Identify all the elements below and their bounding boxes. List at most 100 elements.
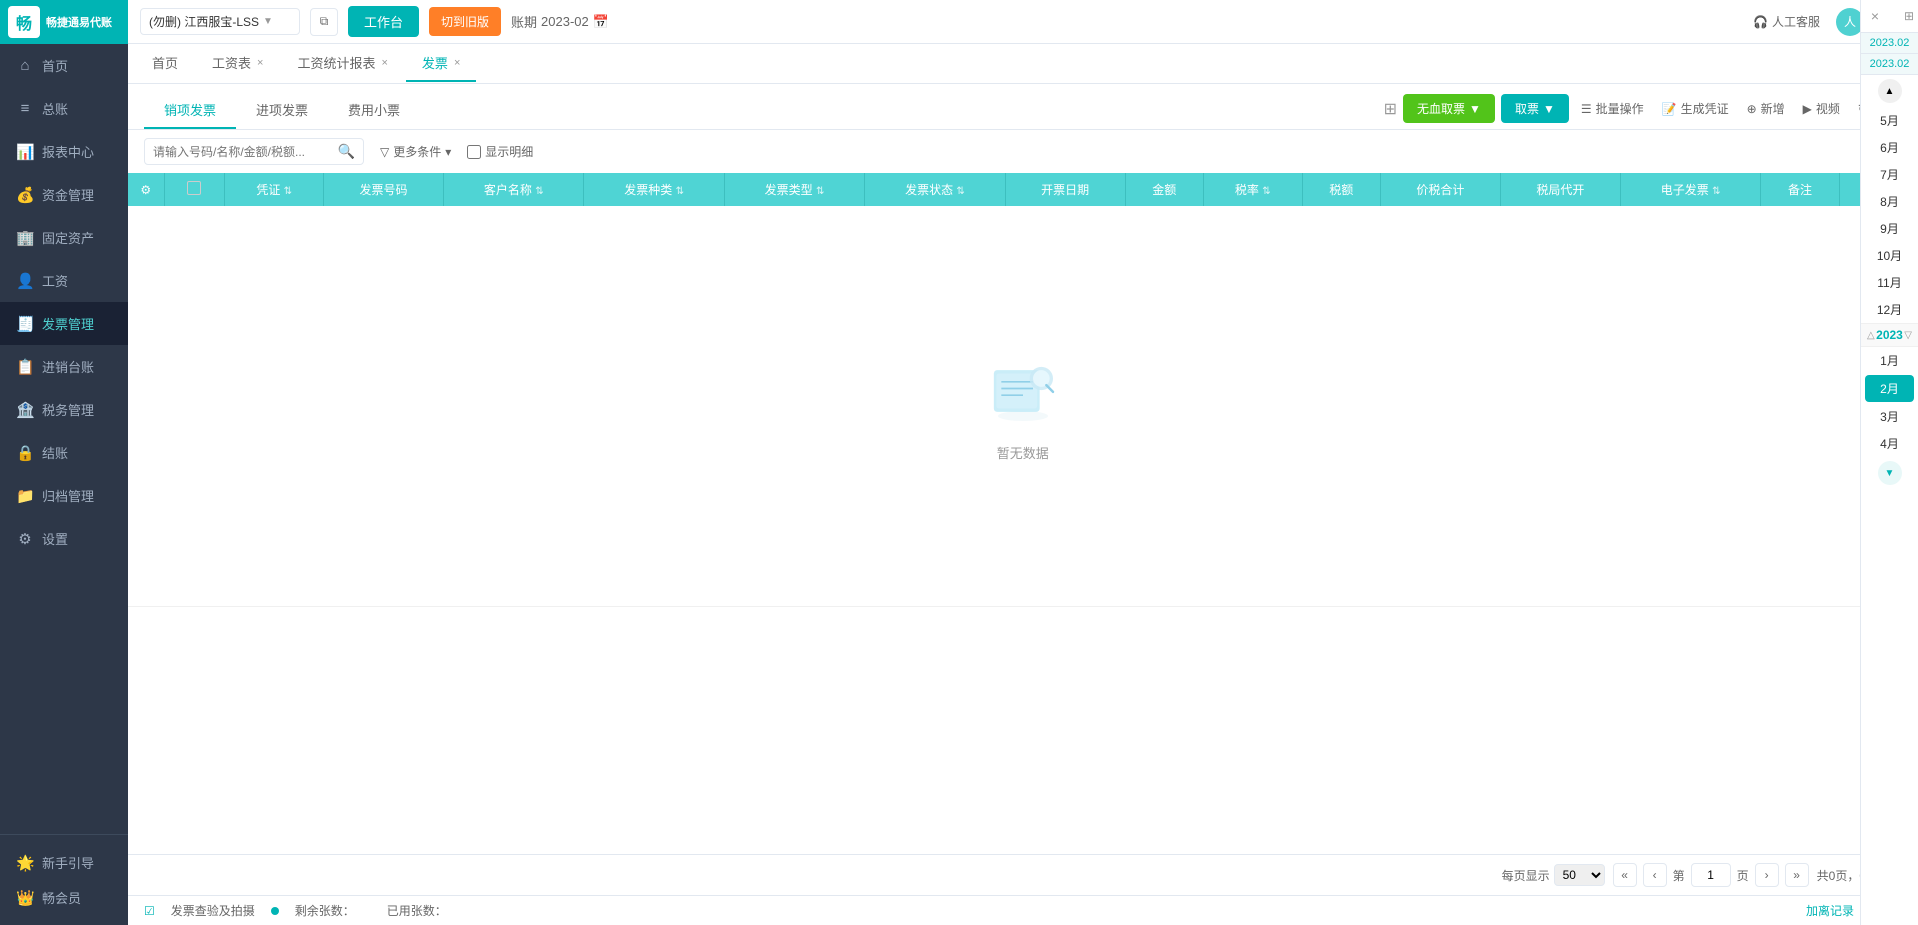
month-item-3[interactable]: 3月 <box>1861 403 1918 430</box>
sub-tab-receipt[interactable]: 费用小票 <box>328 92 420 129</box>
col-invoice-status[interactable]: 发票状态 ⇅ <box>865 173 1005 206</box>
col-tax-bureau: 税局代开 <box>1500 173 1620 206</box>
sidebar-item-ledger[interactable]: ≡ 总账 <box>0 87 128 130</box>
plus-icon: ⊕ <box>1747 102 1757 116</box>
sub-tab-label: 费用小票 <box>348 103 400 118</box>
col-customer[interactable]: 客户名称 ⇅ <box>444 173 584 206</box>
service-label: 人工客服 <box>1772 13 1820 30</box>
table-container: ⚙ 凭证 ⇅ 发票号码 客户名称 ⇅ 发票种类 ⇅ 发票类型 ⇅ 发票状态 ⇅ … <box>128 173 1918 854</box>
video-button[interactable]: ▶ 视频 <box>1797 96 1846 121</box>
col-settings[interactable]: ⚙ <box>128 173 164 206</box>
tab-invoice[interactable]: 发票 × <box>406 45 476 82</box>
sub-tab-label: 进项发票 <box>256 103 308 118</box>
month-item-2-active[interactable]: 2月 <box>1865 375 1914 402</box>
no-deduct-button[interactable]: 无血取票 ▼ <box>1403 94 1495 123</box>
month-item-4[interactable]: 4月 <box>1861 430 1918 457</box>
settings-icon: ⚙ <box>16 530 34 548</box>
search-icon[interactable]: 🔍 <box>338 143 355 160</box>
tab-home[interactable]: 首页 <box>136 45 194 82</box>
sidebar-item-home[interactable]: ⌂ 首页 <box>0 44 128 87</box>
col-invoice-type[interactable]: 发票种类 ⇅ <box>584 173 724 206</box>
company-selector[interactable]: (勿删) 江西服宝-LSS ▼ <box>140 8 300 35</box>
month-item-10[interactable]: 10月 <box>1861 242 1918 269</box>
prev-page-button[interactable]: ‹ <box>1643 863 1667 887</box>
scroll-up-button[interactable]: ▲ <box>1878 79 1902 103</box>
col-tax-amount: 税额 <box>1302 173 1380 206</box>
per-page-selector[interactable]: 每页显示 50 10 20 100 <box>1502 864 1605 886</box>
new-button[interactable]: ⊕ 新增 <box>1741 96 1791 121</box>
switch-version-button[interactable]: 切到旧版 <box>429 7 501 36</box>
date-panel-expand-button[interactable]: ⊞ <box>1904 9 1914 23</box>
sidebar-item-settings[interactable]: ⚙ 设置 <box>0 517 128 560</box>
pagination-footer: 每页显示 50 10 20 100 « ‹ 第 页 › » <box>128 854 1918 895</box>
date-panel-close-button[interactable]: × <box>1865 6 1885 26</box>
year-nav-up[interactable]: △ <box>1867 330 1875 341</box>
tab-salary[interactable]: 工资表 × <box>196 45 279 82</box>
month-item-8[interactable]: 8月 <box>1861 188 1918 215</box>
col-checkbox[interactable] <box>164 173 225 206</box>
first-page-button[interactable]: « <box>1613 863 1637 887</box>
month-item-1[interactable]: 1月 <box>1861 347 1918 374</box>
month-item-9[interactable]: 9月 <box>1861 215 1918 242</box>
sidebar-item-reports[interactable]: 📊 报表中心 <box>0 130 128 173</box>
col-invoice-category[interactable]: 发票类型 ⇅ <box>724 173 864 206</box>
month-item-5[interactable]: 5月 <box>1861 107 1918 134</box>
batch-op-button[interactable]: ☰ 批量操作 <box>1575 96 1650 121</box>
sidebar-item-member[interactable]: 👑 畅会员 <box>0 880 128 915</box>
col-voucher[interactable]: 凭证 ⇅ <box>225 173 324 206</box>
topbar: (勿删) 江西服宝-LSS ▼ ⧉ 工作台 切到旧版 账期 2023-02 📅 … <box>128 0 1918 44</box>
play-icon: ▶ <box>1803 102 1812 116</box>
sidebar-item-salesledger[interactable]: 📋 进销台账 <box>0 345 128 388</box>
close-icon[interactable]: × <box>381 57 387 69</box>
close-icon[interactable]: × <box>454 57 460 69</box>
ledger-icon: ≡ <box>16 100 34 117</box>
sidebar-item-label: 畅会员 <box>42 888 81 907</box>
remaining-label: 剩余张数： <box>295 902 355 919</box>
col-electronic[interactable]: 电子发票 ⇅ <box>1620 173 1760 206</box>
month-item-12[interactable]: 12月 <box>1861 296 1918 323</box>
page-label: 第 <box>1673 867 1685 884</box>
sidebar-item-label: 固定资产 <box>42 228 94 247</box>
page-input[interactable] <box>1691 863 1731 887</box>
sidebar-item-assets[interactable]: 🏢 固定资产 <box>0 216 128 259</box>
col-tax-rate[interactable]: 税率 ⇅ <box>1203 173 1302 206</box>
sidebar-item-invoice[interactable]: 🧾 发票管理 <box>0 302 128 345</box>
sidebar-item-closing[interactable]: 🔒 结账 <box>0 431 128 474</box>
tax-icon: 🏦 <box>16 401 34 419</box>
voucher-icon: 📝 <box>1662 102 1677 116</box>
sub-tab-sales[interactable]: 销项发票 <box>144 92 236 129</box>
per-page-select-input[interactable]: 50 10 20 100 <box>1554 864 1605 886</box>
date-nav-top[interactable]: 2023.02 <box>1861 33 1918 54</box>
show-detail-checkbox[interactable] <box>467 145 481 159</box>
tab-salary-stats[interactable]: 工资统计报表 × <box>281 45 403 82</box>
workbench-button[interactable]: 工作台 <box>348 6 419 37</box>
take-ticket-button[interactable]: 取票 ▼ <box>1501 94 1569 123</box>
sidebar-item-tax[interactable]: 🏦 税务管理 <box>0 388 128 431</box>
sidebar-item-salary[interactable]: 👤 工资 <box>0 259 128 302</box>
tab-label: 首页 <box>152 53 178 72</box>
next-page-button[interactable]: › <box>1755 863 1779 887</box>
close-icon[interactable]: × <box>257 57 263 69</box>
search-input[interactable] <box>153 145 332 159</box>
grid-view-icon[interactable]: ⊞ <box>1384 99 1397 119</box>
sidebar-bottom: 🌟 新手引导 👑 畅会员 <box>0 834 128 925</box>
search-box[interactable]: 🔍 <box>144 138 364 165</box>
sidebar-item-funds[interactable]: 💰 资金管理 <box>0 173 128 216</box>
filter-button[interactable]: ▽ 更多条件 ▾ <box>372 139 459 164</box>
month-item-11[interactable]: 11月 <box>1861 269 1918 296</box>
scroll-down-button[interactable]: ▼ <box>1878 461 1902 485</box>
sidebar-item-guide[interactable]: 🌟 新手引导 <box>0 845 128 880</box>
last-page-button[interactable]: » <box>1785 863 1809 887</box>
month-item-7[interactable]: 7月 <box>1861 161 1918 188</box>
pagination: « ‹ 第 页 › » <box>1613 863 1809 887</box>
copy-button[interactable]: ⧉ <box>310 8 338 36</box>
sub-tab-purchase[interactable]: 进项发票 <box>236 92 328 129</box>
year-nav-down[interactable]: ▽ <box>1904 330 1912 341</box>
sidebar-item-archive[interactable]: 📁 归档管理 <box>0 474 128 517</box>
show-detail-toggle[interactable]: 显示明细 <box>467 143 533 160</box>
join-record-link[interactable]: 加离记录 <box>1806 902 1854 919</box>
date-nav-curr[interactable]: 2023.02 <box>1861 54 1918 75</box>
gen-voucher-button[interactable]: 📝 生成凭证 <box>1656 96 1735 121</box>
month-item-6[interactable]: 6月 <box>1861 134 1918 161</box>
service-button[interactable]: 🎧 人工客服 <box>1753 13 1820 30</box>
